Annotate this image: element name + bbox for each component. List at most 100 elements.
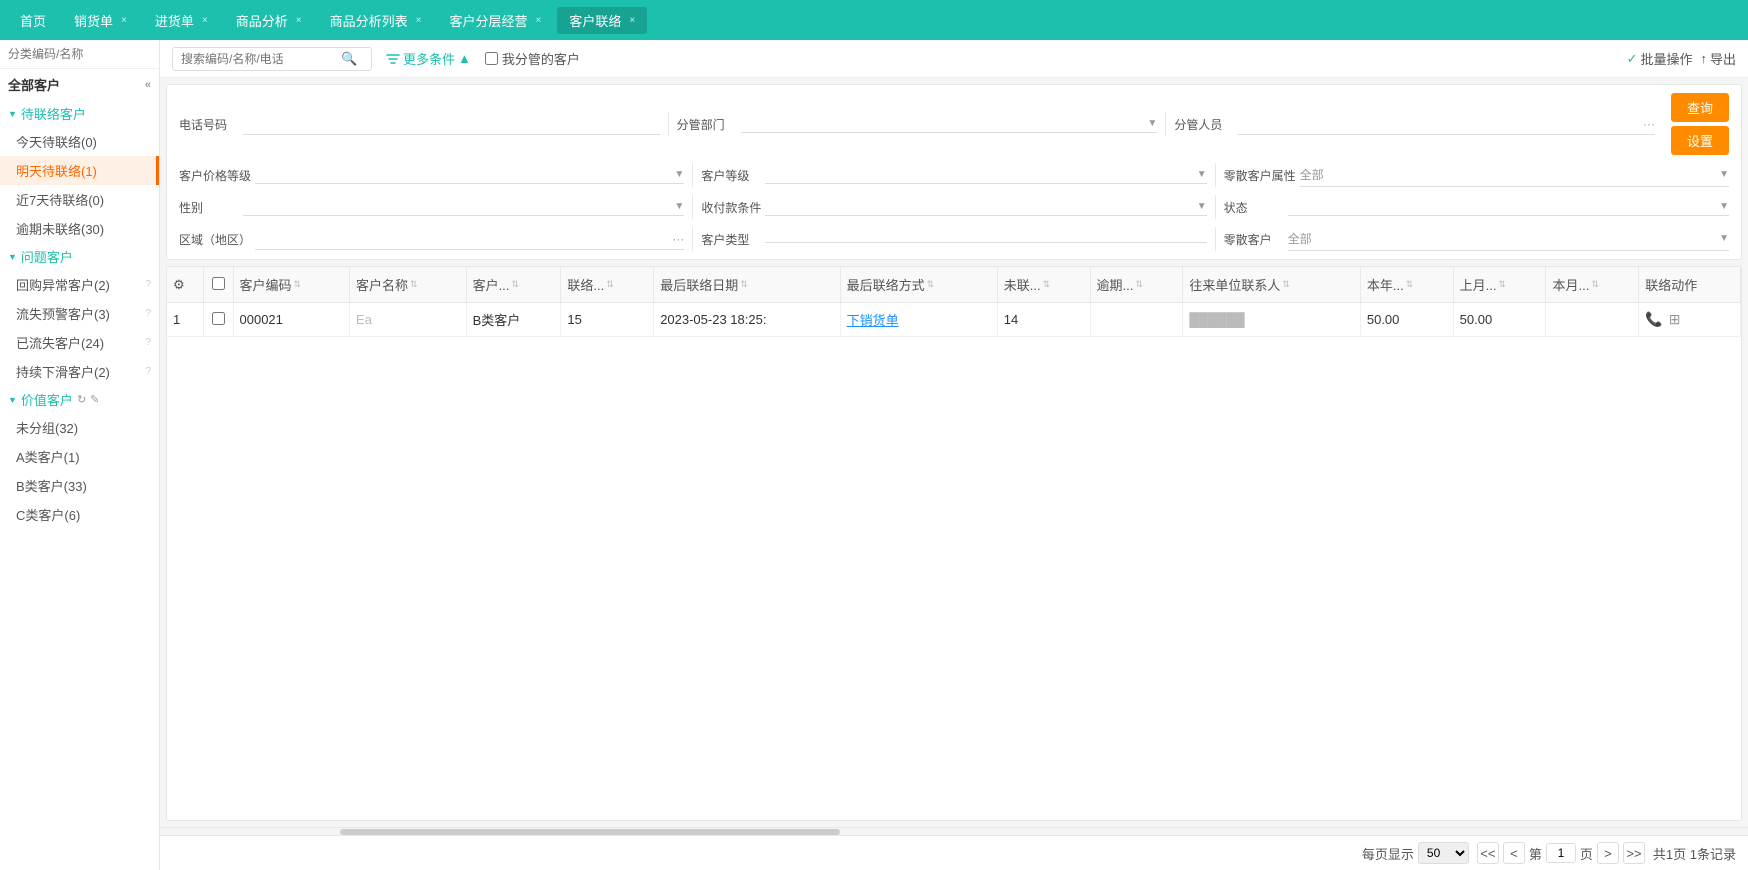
last-page-btn[interactable]: >> xyxy=(1623,842,1645,864)
all-customers-title[interactable]: 全部客户 « xyxy=(0,69,159,100)
more-icon[interactable]: ··· xyxy=(1643,117,1655,131)
contact-method-link[interactable]: 下销货单 xyxy=(847,313,899,328)
next-page-btn[interactable]: > xyxy=(1597,842,1619,864)
close-icon[interactable]: × xyxy=(296,15,302,26)
cell-type: B类客户 xyxy=(466,303,561,337)
divider xyxy=(1165,112,1166,136)
sidebar-item-overdue[interactable]: 逾期未联络(30) xyxy=(0,214,159,243)
close-icon[interactable]: × xyxy=(629,15,635,26)
sort-icon[interactable]: ⇅ xyxy=(927,279,935,290)
cell-last-method[interactable]: 下销货单 xyxy=(840,303,997,337)
sidebar-item-churn-warning[interactable]: 流失预警客户(3) ? xyxy=(0,299,159,328)
close-icon[interactable]: × xyxy=(202,15,208,26)
sidebar-item-b-class[interactable]: B类客户(33) xyxy=(0,471,159,500)
nav-product-list[interactable]: 商品分析列表 × xyxy=(318,7,434,34)
sort-icon[interactable]: ⇅ xyxy=(1591,279,1599,290)
col-settings[interactable]: ⚙ xyxy=(167,267,203,303)
action-phone-icon[interactable]: 📞 xyxy=(1645,311,1662,328)
filter-manager-select[interactable]: ··· xyxy=(1238,114,1655,135)
first-page-btn[interactable]: << xyxy=(1477,842,1499,864)
cell-checkbox[interactable] xyxy=(203,303,233,337)
search-icon[interactable]: 🔍 xyxy=(341,51,357,67)
row-checkbox[interactable] xyxy=(212,312,225,325)
sidebar-item-declining[interactable]: 持续下滑客户(2) ? xyxy=(0,357,159,386)
col-checkbox xyxy=(203,267,233,303)
sort-icon[interactable]: ⇅ xyxy=(1499,279,1507,290)
nav-customer-layer[interactable]: 客户分层经营 × xyxy=(437,7,553,34)
my-customer-checkbox[interactable] xyxy=(485,52,498,65)
close-icon[interactable]: × xyxy=(416,15,422,26)
cell-actions: 📞 ⊞ xyxy=(1639,303,1741,337)
toolbar: 🔍 更多条件 ▲ 我分管的客户 ✓ 批量操作 ↑ 导出 xyxy=(160,40,1748,78)
sort-icon[interactable]: ⇅ xyxy=(410,279,418,290)
nav-purchase[interactable]: 进货单 × xyxy=(143,7,220,34)
sort-icon[interactable]: ⇅ xyxy=(1282,279,1290,290)
nav-home[interactable]: 首页 xyxy=(8,7,58,34)
divider xyxy=(1215,195,1216,219)
filter-level-select[interactable]: ▼ xyxy=(765,166,1206,184)
sidebar-item-ungrouped[interactable]: 未分组(32) xyxy=(0,413,159,442)
sort-icon[interactable]: ⇅ xyxy=(1406,279,1414,290)
query-button[interactable]: 查询 xyxy=(1671,93,1729,122)
select-all-checkbox[interactable] xyxy=(212,277,225,290)
filter-phone-input[interactable] xyxy=(243,114,660,135)
edit-icon[interactable]: ✎ xyxy=(90,393,99,406)
sidebar-item-7days[interactable]: 近7天待联络(0) xyxy=(0,185,159,214)
settings-icon[interactable]: ⚙ xyxy=(173,277,185,292)
data-table-area: ⚙ 客户编码 ⇅ 客户名称 xyxy=(166,266,1742,821)
content-area: 🔍 更多条件 ▲ 我分管的客户 ✓ 批量操作 ↑ 导出 xyxy=(160,40,1748,870)
page-number-input[interactable] xyxy=(1546,843,1576,863)
nav-sales[interactable]: 销货单 × xyxy=(62,7,139,34)
page-size-select[interactable]: 50 10 20 100 xyxy=(1418,842,1469,864)
prev-page-btn[interactable]: < xyxy=(1503,842,1525,864)
filter-retail-select[interactable]: 全部 ▼ xyxy=(1288,227,1729,251)
sidebar-group-problem[interactable]: 问题客户 xyxy=(0,243,159,270)
set-button[interactable]: 设置 xyxy=(1671,126,1729,155)
sidebar-item-today[interactable]: 今天待联络(0) xyxy=(0,127,159,156)
sidebar-item-churned[interactable]: 已流失客户(24) ? xyxy=(0,328,159,357)
more-icon[interactable]: ··· xyxy=(672,232,684,246)
sort-icon[interactable]: ⇅ xyxy=(511,279,519,290)
page-size-control: 每页显示 50 10 20 100 xyxy=(1362,842,1469,864)
divider xyxy=(692,163,693,187)
close-icon[interactable]: × xyxy=(121,15,127,26)
close-icon[interactable]: × xyxy=(535,15,541,26)
sort-icon[interactable]: ⇅ xyxy=(1043,279,1051,290)
nav-product-analysis[interactable]: 商品分析 × xyxy=(224,7,314,34)
sort-icon[interactable]: ⇅ xyxy=(606,279,614,290)
sidebar-item-repurchase[interactable]: 回购异常客户(2) ? xyxy=(0,270,159,299)
sidebar-item-c-class[interactable]: C类客户(6) xyxy=(0,500,159,529)
nav-customer-contact[interactable]: 客户联络 × xyxy=(557,7,647,34)
sidebar-group-pending[interactable]: 待联络客户 xyxy=(0,100,159,127)
filter-type-select[interactable] xyxy=(765,236,1206,243)
refresh-icon[interactable]: ↻ xyxy=(77,393,86,406)
sort-icon[interactable]: ⇅ xyxy=(294,279,302,290)
filter-price-select[interactable]: ▼ xyxy=(255,166,684,184)
top-navigation: 首页 销货单 × 进货单 × 商品分析 × 商品分析列表 × 客户分层经营 × … xyxy=(0,0,1748,40)
filter-customer-level: 客户等级 ▼ xyxy=(701,166,1206,184)
sidebar-group-value[interactable]: 价值客户 ↻ ✎ xyxy=(0,386,159,413)
horizontal-scrollbar[interactable] xyxy=(160,827,1748,835)
filter-gender-select[interactable]: ▼ xyxy=(243,198,684,216)
my-customer-checkbox-wrap[interactable]: 我分管的客户 xyxy=(485,49,580,68)
more-filter-btn[interactable]: 更多条件 ▲ xyxy=(380,46,477,71)
scrollbar-thumb[interactable] xyxy=(340,829,840,835)
batch-operate-btn[interactable]: ✓ 批量操作 xyxy=(1627,49,1693,68)
sort-icon[interactable]: ⇅ xyxy=(740,279,748,290)
sort-icon[interactable]: ⇅ xyxy=(1135,279,1143,290)
action-grid-icon[interactable]: ⊞ xyxy=(1669,311,1681,328)
sidebar-item-a-class[interactable]: A类客户(1) xyxy=(0,442,159,471)
sidebar-item-tomorrow[interactable]: 明天待联络(1) xyxy=(0,156,159,185)
search-input[interactable] xyxy=(181,52,341,66)
filter-retail-attr-select[interactable]: 全部 ▼ xyxy=(1300,163,1729,187)
filter-area-select[interactable]: ··· xyxy=(255,229,684,250)
sidebar-search-wrap: 🔍 xyxy=(0,40,159,69)
filter-row-1: 电话号码 分管部门 ▼ 分管人员 ··· xyxy=(179,93,1729,155)
filter-status-select[interactable]: ▼ xyxy=(1288,198,1729,216)
sidebar-collapse-btn[interactable]: « xyxy=(145,79,151,91)
col-name: 客户名称 ⇅ xyxy=(350,267,467,303)
export-btn[interactable]: ↑ 导出 xyxy=(1700,49,1736,68)
sidebar-search-input[interactable] xyxy=(8,47,160,61)
filter-payment-select[interactable]: ▼ xyxy=(765,198,1206,216)
filter-dept-select[interactable]: ▼ xyxy=(741,115,1158,133)
